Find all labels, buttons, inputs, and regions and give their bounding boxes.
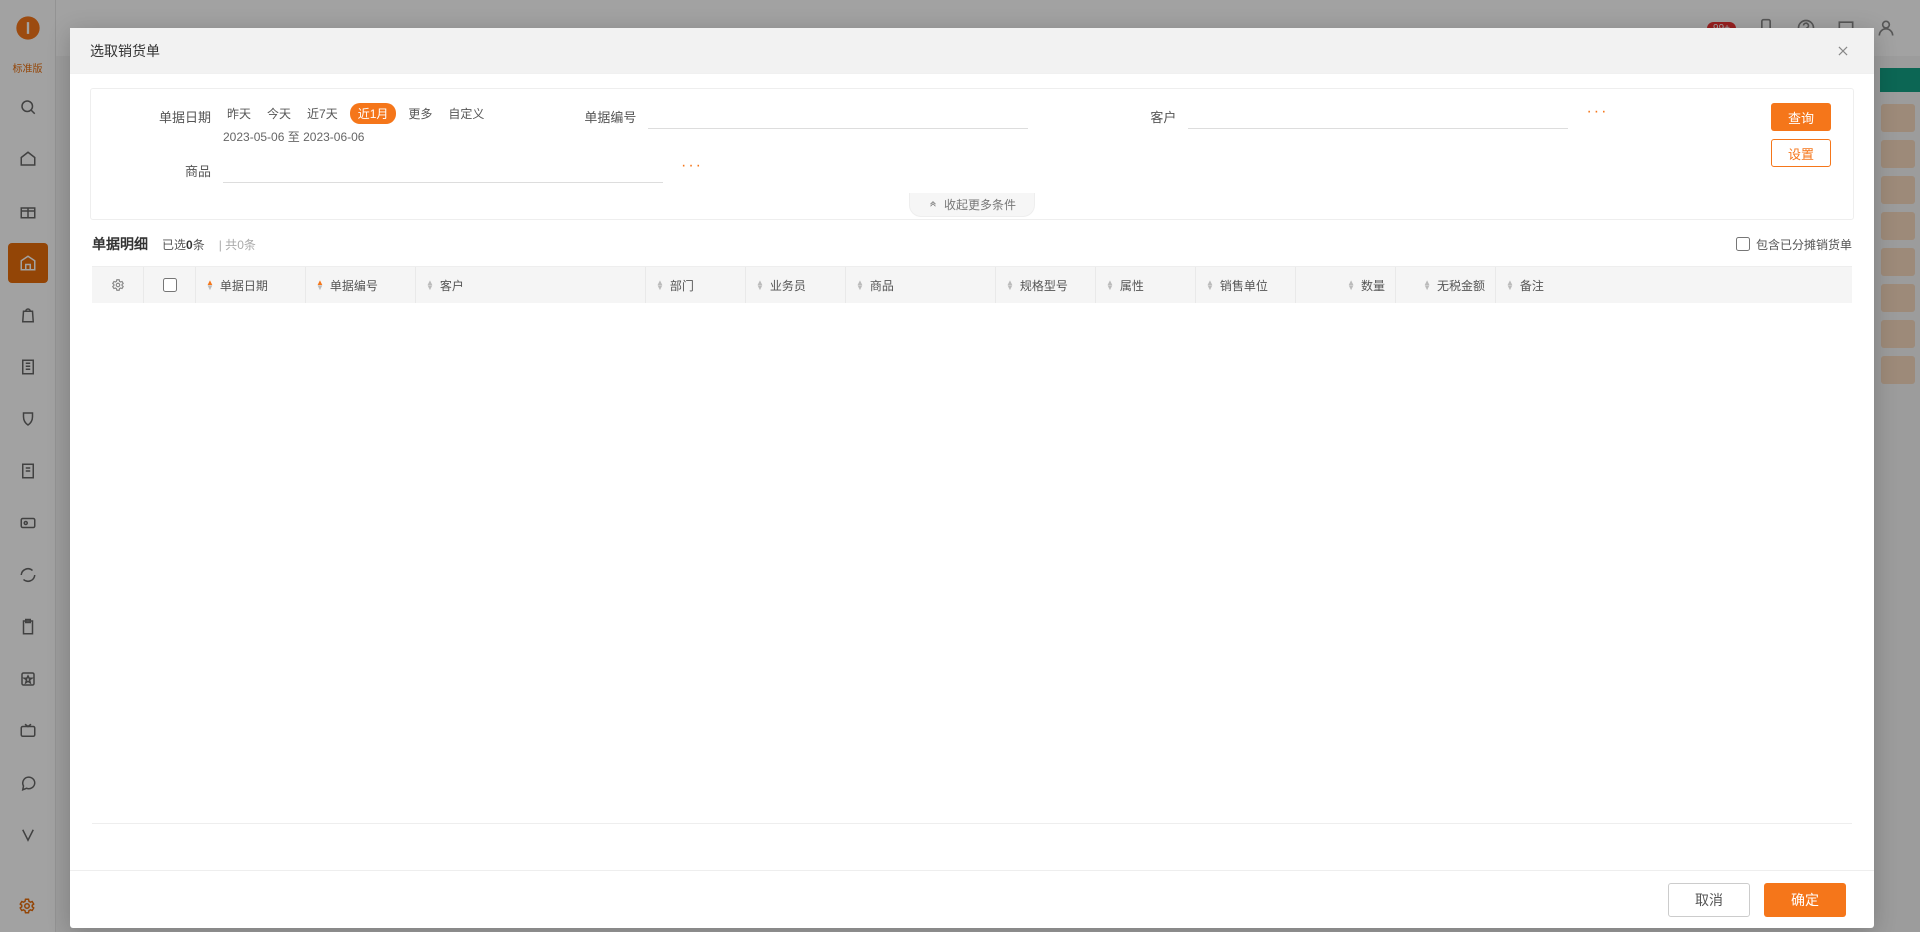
chip-custom[interactable]: 自定义: [444, 103, 488, 124]
col-note[interactable]: ▲▼备注: [1496, 267, 1852, 303]
product-picker-icon[interactable]: ···: [681, 157, 703, 175]
col-spec[interactable]: ▲▼规格型号: [996, 267, 1096, 303]
customer-picker-icon[interactable]: ···: [1586, 103, 1608, 121]
filter-actions: 查询 设置: [1771, 103, 1831, 167]
chip-1month[interactable]: 近1月: [350, 103, 397, 124]
cancel-button[interactable]: 取消: [1668, 883, 1750, 917]
include-shipped-label: 包含已分摊销货单: [1756, 236, 1852, 253]
col-salesman[interactable]: ▲▼业务员: [746, 267, 846, 303]
date-range-display: 2023-05-06 至 2023-06-06: [223, 128, 488, 145]
collapse-filters-button[interactable]: 收起更多条件: [909, 193, 1035, 217]
filter-code-label: 单据编号: [540, 103, 636, 126]
detail-title: 单据明细: [92, 234, 148, 254]
col-customer[interactable]: ▲▼客户: [416, 267, 646, 303]
col-date[interactable]: ▲▼单据日期: [196, 267, 306, 303]
date-range-chips: 昨天 今天 近7天 近1月 更多 自定义: [223, 103, 488, 124]
modal-title: 选取销货单: [90, 41, 160, 61]
select-sales-order-modal: 选取销货单 单据日期 昨天 今天 近7天 近1月 更多 自定义: [70, 28, 1874, 928]
date-to: 2023-06-06: [303, 130, 364, 144]
detail-header-bar: 单据明细 已选0条 | 共0条 包含已分摊销货单: [70, 220, 1874, 262]
select-all-checkbox[interactable]: [163, 278, 177, 292]
col-checkbox[interactable]: [144, 267, 196, 303]
chip-7days[interactable]: 近7天: [303, 103, 342, 124]
filter-date-label: 单据日期: [115, 103, 211, 126]
col-code[interactable]: ▲▼单据编号: [306, 267, 416, 303]
results-table: ▲▼单据日期 ▲▼单据编号 ▲▼客户 ▲▼部门 ▲▼业务员 ▲▼商品 ▲▼规格型…: [92, 266, 1852, 824]
selected-count: 已选0条: [162, 236, 205, 253]
filter-product-label: 商品: [115, 157, 211, 180]
col-amount[interactable]: ▲▼无税金额: [1396, 267, 1496, 303]
col-dept[interactable]: ▲▼部门: [646, 267, 746, 303]
chevron-up-icon: [928, 200, 938, 210]
table-body-empty: [92, 303, 1852, 823]
close-icon[interactable]: [1832, 40, 1854, 62]
ok-button[interactable]: 确定: [1764, 883, 1846, 917]
filter-panel: 单据日期 昨天 今天 近7天 近1月 更多 自定义 2023-05-06 至 2…: [90, 88, 1854, 220]
modal-header: 选取销货单: [70, 28, 1874, 74]
customer-input[interactable]: [1188, 103, 1568, 129]
include-shipped-checkbox[interactable]: 包含已分摊销货单: [1736, 236, 1852, 253]
col-settings-icon[interactable]: [92, 267, 144, 303]
chip-today[interactable]: 今天: [263, 103, 295, 124]
col-product[interactable]: ▲▼商品: [846, 267, 996, 303]
modal-footer: 取消 确定: [70, 870, 1874, 928]
filter-settings-button[interactable]: 设置: [1771, 139, 1831, 167]
product-input[interactable]: [223, 157, 663, 183]
horizontal-scrollbar[interactable]: [92, 828, 1852, 846]
table-header: ▲▼单据日期 ▲▼单据编号 ▲▼客户 ▲▼部门 ▲▼业务员 ▲▼商品 ▲▼规格型…: [92, 267, 1852, 303]
query-button[interactable]: 查询: [1771, 103, 1831, 131]
collapse-label: 收起更多条件: [944, 196, 1016, 213]
col-attr[interactable]: ▲▼属性: [1096, 267, 1196, 303]
col-qty[interactable]: ▲▼数量: [1296, 267, 1396, 303]
filter-customer-label: 客户: [1080, 103, 1176, 126]
chip-yesterday[interactable]: 昨天: [223, 103, 255, 124]
total-count: | 共0条: [219, 236, 256, 253]
date-from: 2023-05-06: [223, 130, 284, 144]
date-join: 至: [288, 130, 300, 144]
chip-more[interactable]: 更多: [404, 103, 436, 124]
modal-body: 单据日期 昨天 今天 近7天 近1月 更多 自定义 2023-05-06 至 2…: [70, 74, 1874, 870]
include-shipped-input[interactable]: [1736, 237, 1750, 251]
col-unit[interactable]: ▲▼销售单位: [1196, 267, 1296, 303]
order-code-input[interactable]: [648, 103, 1028, 129]
